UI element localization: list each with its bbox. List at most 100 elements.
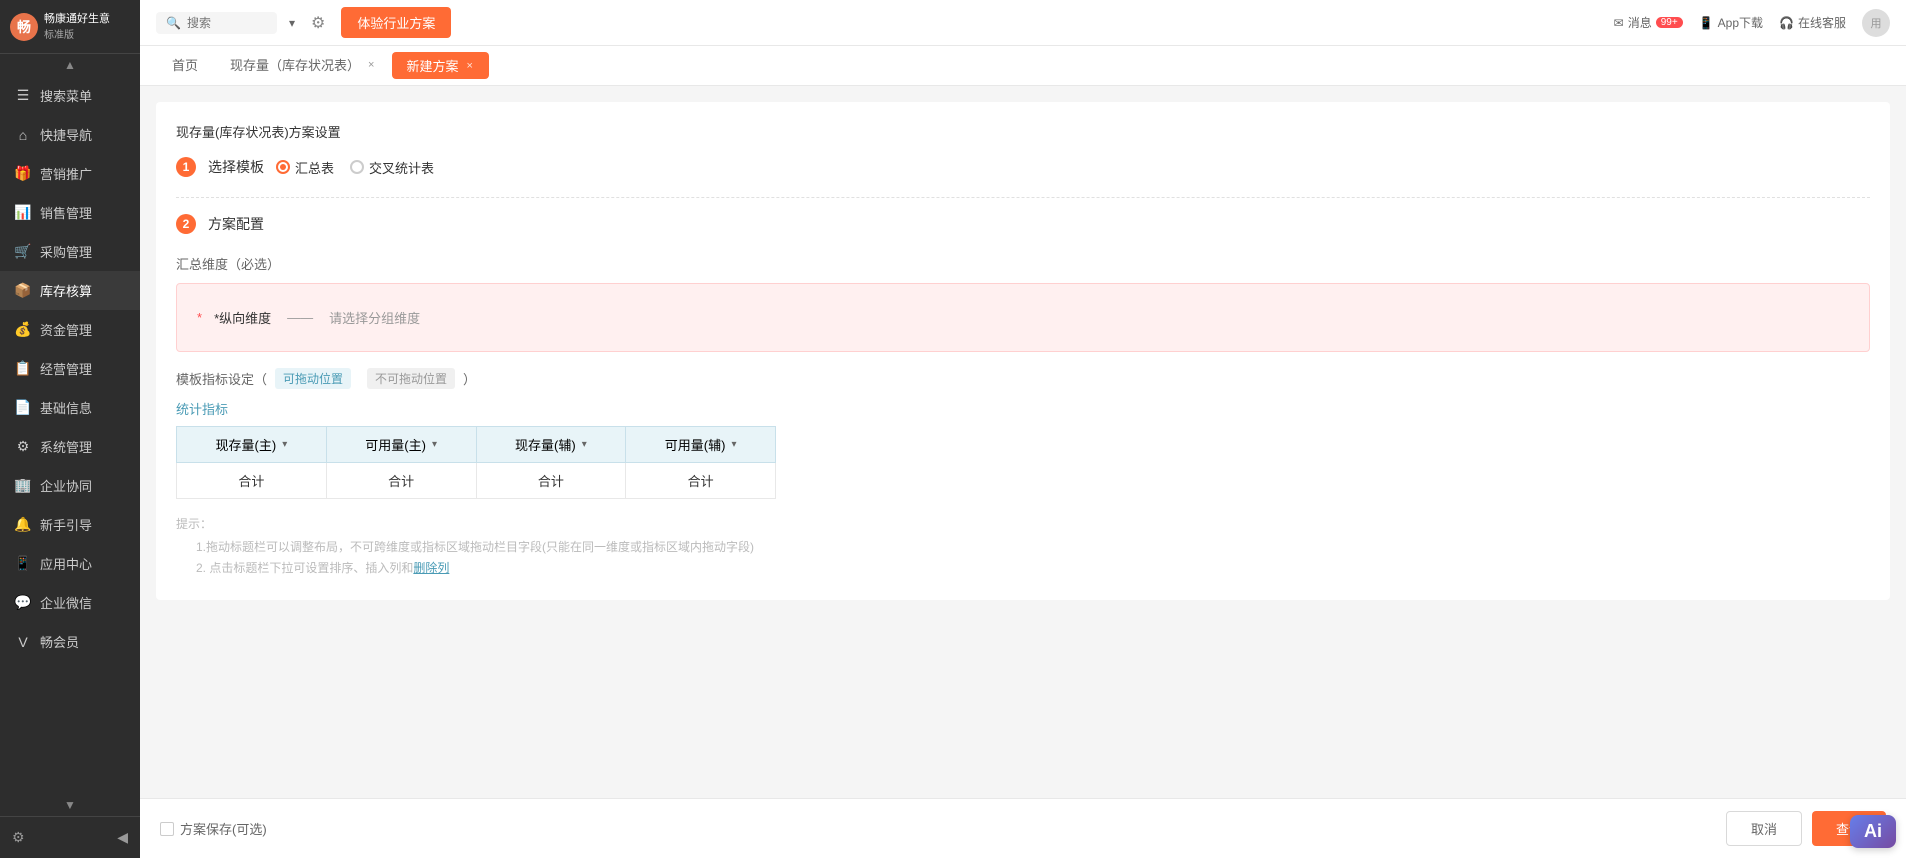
- message-badge: 99+: [1656, 17, 1683, 28]
- cell-available-aux-summary: 合计: [626, 463, 776, 499]
- headset-icon: 🎧: [1779, 16, 1794, 30]
- sidebar-items: ☰ 搜索菜单 ⌂ 快捷导航 🎁 营销推广 📊 销售管理 🛒 采购管理 📦 库存核…: [0, 76, 140, 794]
- tab-inventory-close-btn[interactable]: ×: [366, 59, 376, 71]
- logo-icon: 畅: [10, 13, 38, 41]
- sidebar-item-enterprise[interactable]: 🏢 企业协同: [0, 466, 140, 505]
- step2-badge: 2: [176, 214, 196, 234]
- guide-icon: 🔔: [14, 516, 32, 533]
- radio-cross[interactable]: 交叉统计表: [350, 158, 434, 177]
- inventory-icon: 📦: [14, 282, 32, 299]
- member-icon: V: [14, 634, 32, 650]
- topbar-search-box[interactable]: 🔍: [156, 12, 277, 34]
- radio-summary-circle: [276, 160, 290, 174]
- cancel-button[interactable]: 取消: [1726, 811, 1802, 846]
- sidebar-item-wechat[interactable]: 💬 企业微信: [0, 583, 140, 622]
- sidebar-item-quick-nav[interactable]: ⌂ 快捷导航: [0, 115, 140, 154]
- step1-badge: 1: [176, 157, 196, 177]
- tab-inventory-status[interactable]: 现存量（库存状况表） ×: [214, 47, 392, 84]
- col-available-main[interactable]: 可用量(主) ▾: [326, 427, 476, 463]
- content-area: 现存量(库存状况表)方案设置 1 选择模板 汇总表 交叉统计表: [140, 86, 1906, 798]
- sidebar-item-label: 系统管理: [40, 437, 92, 456]
- search-input[interactable]: [187, 16, 267, 30]
- table-row: 合计 合计 合计 合计: [177, 463, 776, 499]
- template-radio-group: 汇总表 交叉统计表: [276, 158, 434, 177]
- phone-icon: 📱: [1699, 16, 1714, 30]
- sales-icon: 📊: [14, 204, 32, 221]
- sidebar-item-label: 新手引导: [40, 515, 92, 534]
- sidebar-item-member[interactable]: V 畅会员: [0, 622, 140, 661]
- online-service-btn[interactable]: 🎧 在线客服: [1779, 14, 1846, 31]
- app-center-icon: 📱: [14, 555, 32, 572]
- chevron-down-icon: ▾: [582, 439, 587, 450]
- tab-new-plan-close-btn[interactable]: ×: [464, 60, 474, 72]
- step2-row: 2 方案配置: [176, 214, 1870, 234]
- chevron-down-icon: ▾: [282, 439, 287, 450]
- save-checkbox[interactable]: [160, 822, 174, 836]
- sidebar-item-label: 企业微信: [40, 593, 92, 612]
- dimension-area[interactable]: * *纵向维度 —— 请选择分组维度: [176, 283, 1870, 352]
- col-current-main[interactable]: 现存量(主) ▾: [177, 427, 327, 463]
- col-current-aux[interactable]: 现存量(辅) ▾: [476, 427, 626, 463]
- draggable-tag: 可拖动位置: [275, 368, 351, 389]
- wechat-icon: 💬: [14, 594, 32, 611]
- topbar-right: ✉ 消息 99+ 📱 App下载 🎧 在线客服 用: [1614, 9, 1890, 37]
- message-btn[interactable]: ✉ 消息 99+: [1614, 14, 1683, 31]
- topbar-dropdown-icon[interactable]: ▾: [289, 16, 295, 30]
- sidebar-item-label: 资金管理: [40, 320, 92, 339]
- table-header-row: 现存量(主) ▾ 可用量(主) ▾ 现存量(辅): [177, 427, 776, 463]
- tab-new-plan[interactable]: 新建方案 ×: [392, 52, 488, 79]
- tips-title: 提示：: [176, 515, 1870, 532]
- quick-nav-icon: ⌂: [14, 127, 32, 143]
- enterprise-icon: 🏢: [14, 477, 32, 494]
- sidebar-item-app-center[interactable]: 📱 应用中心: [0, 544, 140, 583]
- page-title: 现存量(库存状况表)方案设置: [176, 122, 1870, 141]
- required-mark: *: [197, 310, 202, 325]
- col-available-aux[interactable]: 可用量(辅) ▾: [626, 427, 776, 463]
- sidebar-item-guide[interactable]: 🔔 新手引导: [0, 505, 140, 544]
- search-icon: 🔍: [166, 16, 181, 30]
- sidebar: 畅 畅康通好生意 标准版 ▲ ☰ 搜索菜单 ⌂ 快捷导航 🎁 营销推广 📊 销售…: [0, 0, 140, 858]
- sidebar-collapse-btn[interactable]: ◀: [113, 825, 132, 850]
- sidebar-item-label: 经营管理: [40, 359, 92, 378]
- save-checkbox-label[interactable]: 方案保存(可选): [160, 819, 267, 838]
- sidebar-item-purchase[interactable]: 🛒 采购管理: [0, 232, 140, 271]
- sidebar-item-search-menu[interactable]: ☰ 搜索菜单: [0, 76, 140, 115]
- sidebar-scroll-up[interactable]: ▲: [0, 54, 140, 76]
- cell-current-aux-summary: 合计: [476, 463, 626, 499]
- tabs: 首页 现存量（库存状况表） × 新建方案 ×: [140, 46, 1906, 86]
- sidebar-item-label: 采购管理: [40, 242, 92, 261]
- sidebar-settings-btn[interactable]: ⚙: [8, 825, 29, 850]
- cell-available-main-summary: 合计: [326, 463, 476, 499]
- sidebar-item-operations[interactable]: 📋 经营管理: [0, 349, 140, 388]
- experience-btn[interactable]: 体验行业方案: [341, 7, 451, 38]
- footer: 方案保存(可选) 取消 查询: [140, 798, 1906, 858]
- sidebar-item-system[interactable]: ⚙ 系统管理: [0, 427, 140, 466]
- sidebar-item-label: 快捷导航: [40, 125, 92, 144]
- vertical-dim-label: *纵向维度: [214, 308, 271, 327]
- sidebar-scroll-down[interactable]: ▼: [0, 794, 140, 816]
- chevron-down-icon: ▾: [731, 439, 736, 450]
- search-menu-icon: ☰: [14, 87, 32, 104]
- sidebar-item-basic-info[interactable]: 📄 基础信息: [0, 388, 140, 427]
- user-avatar[interactable]: 用: [1862, 9, 1890, 37]
- sidebar-item-label: 基础信息: [40, 398, 92, 417]
- tab-home[interactable]: 首页: [156, 47, 214, 84]
- basic-info-icon: 📄: [14, 399, 32, 416]
- main-content: 🔍 ▾ ⚙ 体验行业方案 ✉ 消息 99+ 📱 App下载 🎧 在线客服 用: [140, 0, 1906, 858]
- sidebar-item-finance[interactable]: 💰 资金管理: [0, 310, 140, 349]
- sidebar-item-sales[interactable]: 📊 销售管理: [0, 193, 140, 232]
- topbar-settings-icon[interactable]: ⚙: [307, 9, 329, 37]
- marketing-icon: 🎁: [14, 165, 32, 182]
- stats-title: 统计指标: [176, 399, 1870, 418]
- radio-summary[interactable]: 汇总表: [276, 158, 334, 177]
- sidebar-item-inventory[interactable]: 📦 库存核算: [0, 271, 140, 310]
- cell-current-main-summary: 合计: [177, 463, 327, 499]
- settings-card: 现存量(库存状况表)方案设置 1 选择模板 汇总表 交叉统计表: [156, 102, 1890, 600]
- delete-col-link[interactable]: 删除列: [413, 561, 449, 575]
- sidebar-item-label: 销售管理: [40, 203, 92, 222]
- sidebar-item-label: 搜索菜单: [40, 86, 92, 105]
- ai-badge[interactable]: Ai: [1850, 815, 1896, 848]
- step1-row: 1 选择模板 汇总表 交叉统计表: [176, 157, 1870, 177]
- sidebar-item-marketing[interactable]: 🎁 营销推广: [0, 154, 140, 193]
- app-download-btn[interactable]: 📱 App下载: [1699, 14, 1763, 31]
